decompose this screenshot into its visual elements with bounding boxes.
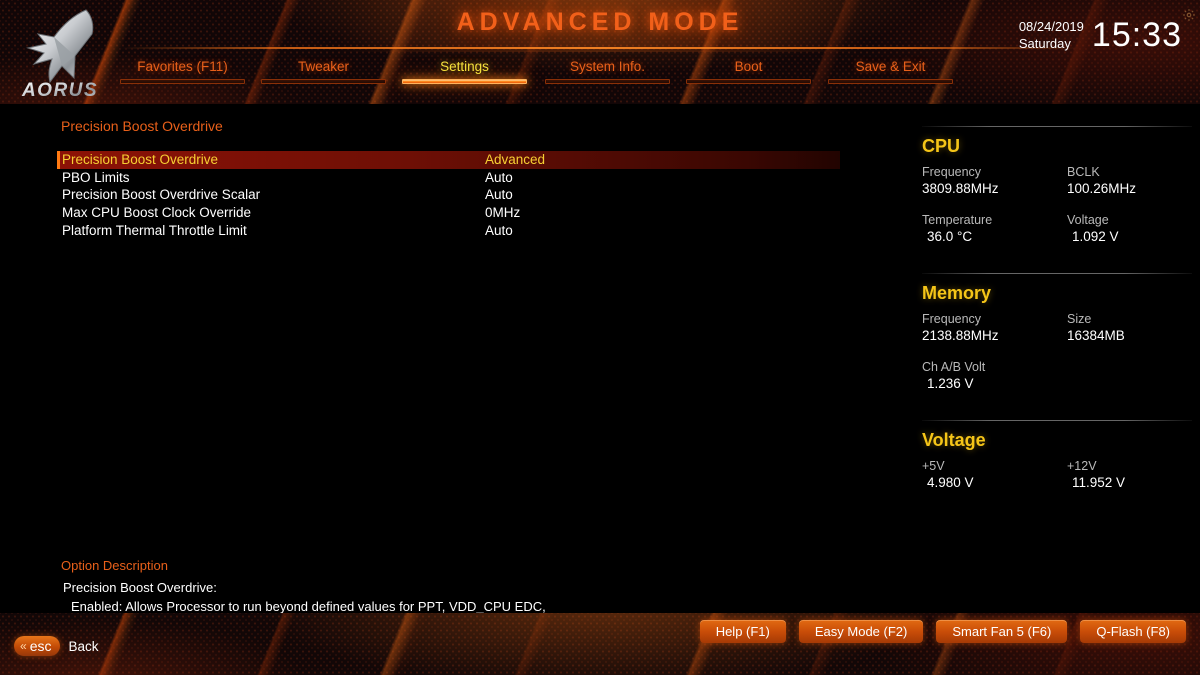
sidebar-section-title-cpu: CPU — [922, 136, 961, 156]
memory-ch-ab-volt-label: Ch A/B Volt — [922, 360, 986, 374]
smart-fan-button[interactable]: Smart Fan 5 (F6) — [936, 620, 1068, 643]
setting-value: Auto — [485, 222, 513, 238]
tab-favorites-underline — [120, 79, 245, 84]
main-navigation: Favorites (F11) Tweaker Settings System … — [0, 58, 1200, 94]
voltage-5v-label: +5V — [922, 459, 945, 473]
footer-bar: Help (F1) Easy Mode (F2) Smart Fan 5 (F6… — [0, 613, 1200, 675]
tab-favorites[interactable]: Favorites (F11) — [120, 58, 245, 92]
setting-row-max-cpu-boost-clock-override[interactable]: Max CPU Boost Clock Override 0MHz — [57, 204, 840, 222]
section-heading: Precision Boost Overdrive — [61, 118, 223, 134]
cpu-voltage-value: 1.092 V — [1072, 229, 1119, 244]
tab-boot-label: Boot — [734, 59, 763, 74]
setting-label: PBO Limits — [62, 169, 130, 185]
cpu-voltage-label: Voltage — [1067, 213, 1109, 227]
cpu-bclk-value: 100.26MHz — [1067, 181, 1137, 196]
date-text: 08/24/2019 — [1018, 19, 1084, 34]
voltage-5v-value: 4.980 V — [927, 475, 974, 490]
memory-ch-ab-volt-value: 1.236 V — [927, 376, 974, 391]
section-divider — [922, 273, 1192, 274]
section-divider — [922, 420, 1192, 421]
setting-value: Auto — [485, 187, 513, 203]
cpu-frequency: Frequency 3809.88MHz — [922, 164, 999, 198]
time-text: 15:33 — [1091, 16, 1182, 54]
header-bar: AORUS ADVANCED MODE Favorites (F11) Twea… — [0, 0, 1200, 104]
sidebar-section-voltage: Voltage +5V 4.980 V +12V 11.952 V — [900, 420, 1200, 530]
tab-save-exit[interactable]: Save & Exit — [828, 58, 953, 92]
cpu-temperature-label: Temperature — [922, 213, 993, 227]
tab-tweaker-underline — [261, 79, 386, 84]
option-description-title: Option Description — [61, 558, 168, 573]
tab-save-exit-underline — [828, 79, 953, 84]
main-content: Precision Boost Overdrive Precision Boos… — [0, 104, 1200, 549]
setting-row-platform-thermal-throttle-limit[interactable]: Platform Thermal Throttle Limit Auto — [57, 221, 840, 239]
date-block: 08/24/2019 Saturday — [1019, 18, 1084, 52]
tab-boot-underline — [686, 79, 811, 84]
memory-frequency: Frequency 2138.88MHz — [922, 311, 999, 345]
setting-label: Max CPU Boost Clock Override — [62, 205, 252, 221]
clock-widget: 08/24/2019 Saturday 15:33 — [1019, 18, 1182, 52]
back-label: Back — [68, 638, 99, 654]
setting-row-precision-boost-overdrive[interactable]: Precision Boost Overdrive Advanced — [57, 151, 840, 169]
system-info-sidebar: CPU Frequency 3809.88MHz BCLK 100.26MHz … — [900, 104, 1200, 549]
tab-favorites-label: Favorites (F11) — [137, 59, 228, 74]
sidebar-section-memory: Memory Frequency 2138.88MHz Size 16384MB… — [900, 273, 1200, 413]
memory-frequency-value: 2138.88MHz — [922, 328, 999, 343]
sidebar-section-title-voltage: Voltage — [922, 430, 986, 450]
esc-key-button[interactable]: « esc — [14, 636, 61, 656]
footer-shortcut-buttons: Help (F1) Easy Mode (F2) Smart Fan 5 (F6… — [699, 620, 1186, 643]
help-button[interactable]: Help (F1) — [699, 620, 786, 643]
chevron-left-icon: « — [20, 639, 27, 653]
back-navigation[interactable]: « esc Back — [14, 636, 99, 656]
easy-mode-button[interactable]: Easy Mode (F2) — [798, 620, 924, 643]
tab-system-info[interactable]: System Info. — [545, 58, 670, 92]
tab-settings-label: Settings — [440, 59, 489, 74]
section-divider — [922, 126, 1192, 127]
esc-key-label: esc — [29, 638, 52, 654]
tab-tweaker[interactable]: Tweaker — [261, 58, 386, 92]
weekday-text: Saturday — [1018, 36, 1071, 51]
setting-label: Precision Boost Overdrive Scalar — [62, 187, 261, 203]
voltage-12v-label: +12V — [1067, 459, 1097, 473]
setting-value: Advanced — [485, 152, 546, 168]
voltage-12v-value: 11.952 V — [1072, 475, 1126, 490]
tab-save-exit-label: Save & Exit — [855, 59, 926, 74]
settings-list: Precision Boost Overdrive Advanced PBO L… — [57, 151, 840, 239]
q-flash-button[interactable]: Q-Flash (F8) — [1080, 620, 1186, 643]
tab-boot[interactable]: Boot — [686, 58, 811, 92]
memory-ch-ab-volt: Ch A/B Volt 1.236 V — [922, 359, 985, 393]
tab-settings-underline — [402, 79, 527, 84]
memory-frequency-label: Frequency — [922, 312, 982, 326]
tab-system-info-label: System Info. — [569, 59, 646, 74]
sidebar-section-cpu: CPU Frequency 3809.88MHz BCLK 100.26MHz … — [900, 126, 1200, 266]
setting-label: Platform Thermal Throttle Limit — [62, 222, 247, 238]
tab-settings[interactable]: Settings — [402, 58, 527, 92]
memory-size-label: Size — [1067, 312, 1092, 326]
memory-size-value: 16384MB — [1067, 328, 1125, 343]
setting-value: 0MHz — [485, 205, 521, 221]
sidebar-section-title-memory: Memory — [922, 283, 992, 303]
gear-icon[interactable] — [1182, 8, 1196, 27]
description-line: Precision Boost Overdrive: — [63, 580, 217, 595]
cpu-frequency-value: 3809.88MHz — [922, 181, 999, 196]
cpu-temperature: Temperature 36.0 °C — [922, 212, 992, 246]
setting-row-pbo-scalar[interactable]: Precision Boost Overdrive Scalar Auto — [57, 186, 840, 204]
tab-tweaker-label: Tweaker — [297, 59, 350, 74]
header-divider-line — [120, 47, 1080, 49]
voltage-5v: +5V 4.980 V — [922, 458, 974, 492]
setting-label: Precision Boost Overdrive — [62, 152, 219, 168]
cpu-temperature-value: 36.0 °C — [927, 229, 973, 244]
setting-row-pbo-limits[interactable]: PBO Limits Auto — [57, 169, 840, 187]
tab-system-info-underline — [545, 79, 670, 84]
setting-value: Auto — [485, 169, 513, 185]
cpu-bclk: BCLK 100.26MHz — [1067, 164, 1136, 198]
cpu-bclk-label: BCLK — [1067, 165, 1100, 179]
cpu-voltage: Voltage 1.092 V — [1067, 212, 1119, 246]
voltage-12v: +12V 11.952 V — [1067, 458, 1125, 492]
cpu-frequency-label: Frequency — [922, 165, 982, 179]
memory-size: Size 16384MB — [1067, 311, 1125, 345]
